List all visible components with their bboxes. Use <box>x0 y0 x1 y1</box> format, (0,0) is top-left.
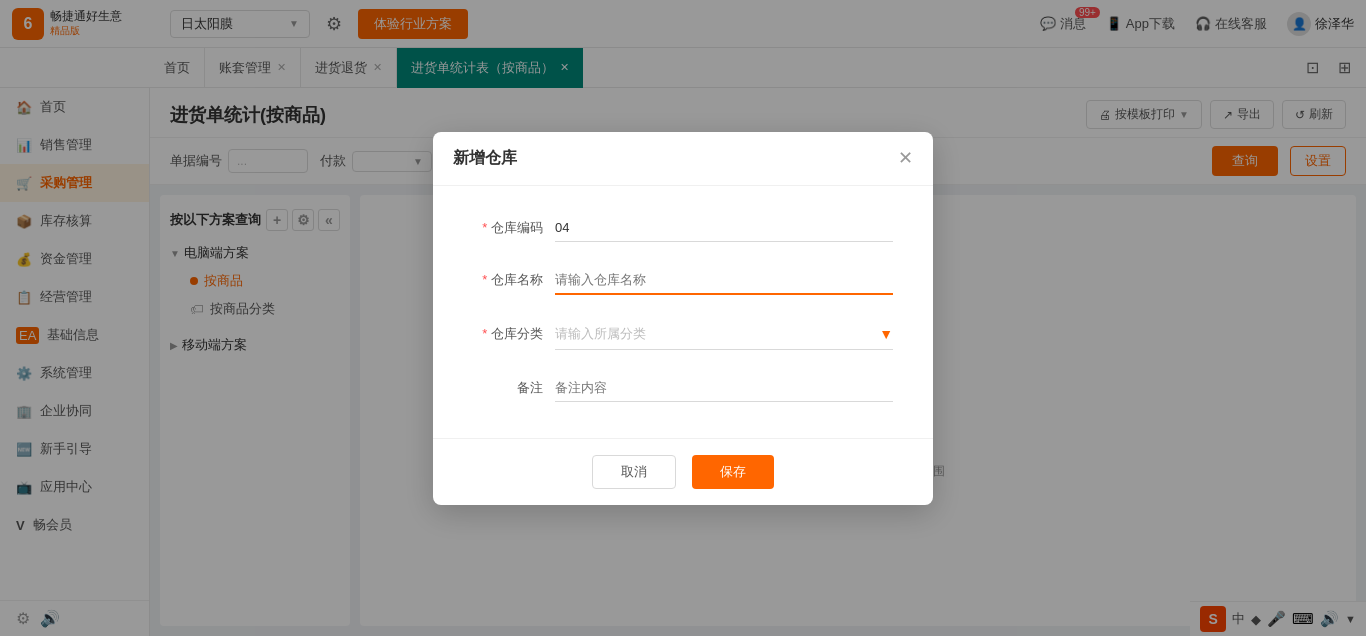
code-label: * 仓库编码 <box>473 219 543 237</box>
category-form-label: * 仓库分类 <box>473 325 543 343</box>
form-row-name: * 仓库名称 <box>473 266 893 295</box>
modal-footer: 取消 保存 <box>433 438 933 505</box>
modal-overlay: 新增仓库 ✕ * 仓库编码 * 仓库名称 * 仓库分类 <box>0 0 1366 636</box>
cancel-button[interactable]: 取消 <box>592 455 676 489</box>
form-row-category: * 仓库分类 请输入所属分类 ▼ <box>473 319 893 350</box>
name-label: * 仓库名称 <box>473 271 543 289</box>
modal-title: 新增仓库 <box>453 148 517 169</box>
modal-body: * 仓库编码 * 仓库名称 * 仓库分类 请输入所属分类 ▼ <box>433 186 933 438</box>
modal-close-icon[interactable]: ✕ <box>898 149 913 167</box>
name-input[interactable] <box>555 266 893 295</box>
form-row-remark: 备注 <box>473 374 893 402</box>
remark-input[interactable] <box>555 374 893 402</box>
modal-header: 新增仓库 ✕ <box>433 132 933 186</box>
remark-label: 备注 <box>473 379 543 397</box>
code-input[interactable] <box>555 214 893 242</box>
category-select[interactable]: 请输入所属分类 ▼ <box>555 319 893 350</box>
modal: 新增仓库 ✕ * 仓库编码 * 仓库名称 * 仓库分类 <box>433 132 933 505</box>
save-button[interactable]: 保存 <box>692 455 774 489</box>
form-row-code: * 仓库编码 <box>473 214 893 242</box>
category-chevron-icon: ▼ <box>879 326 893 342</box>
